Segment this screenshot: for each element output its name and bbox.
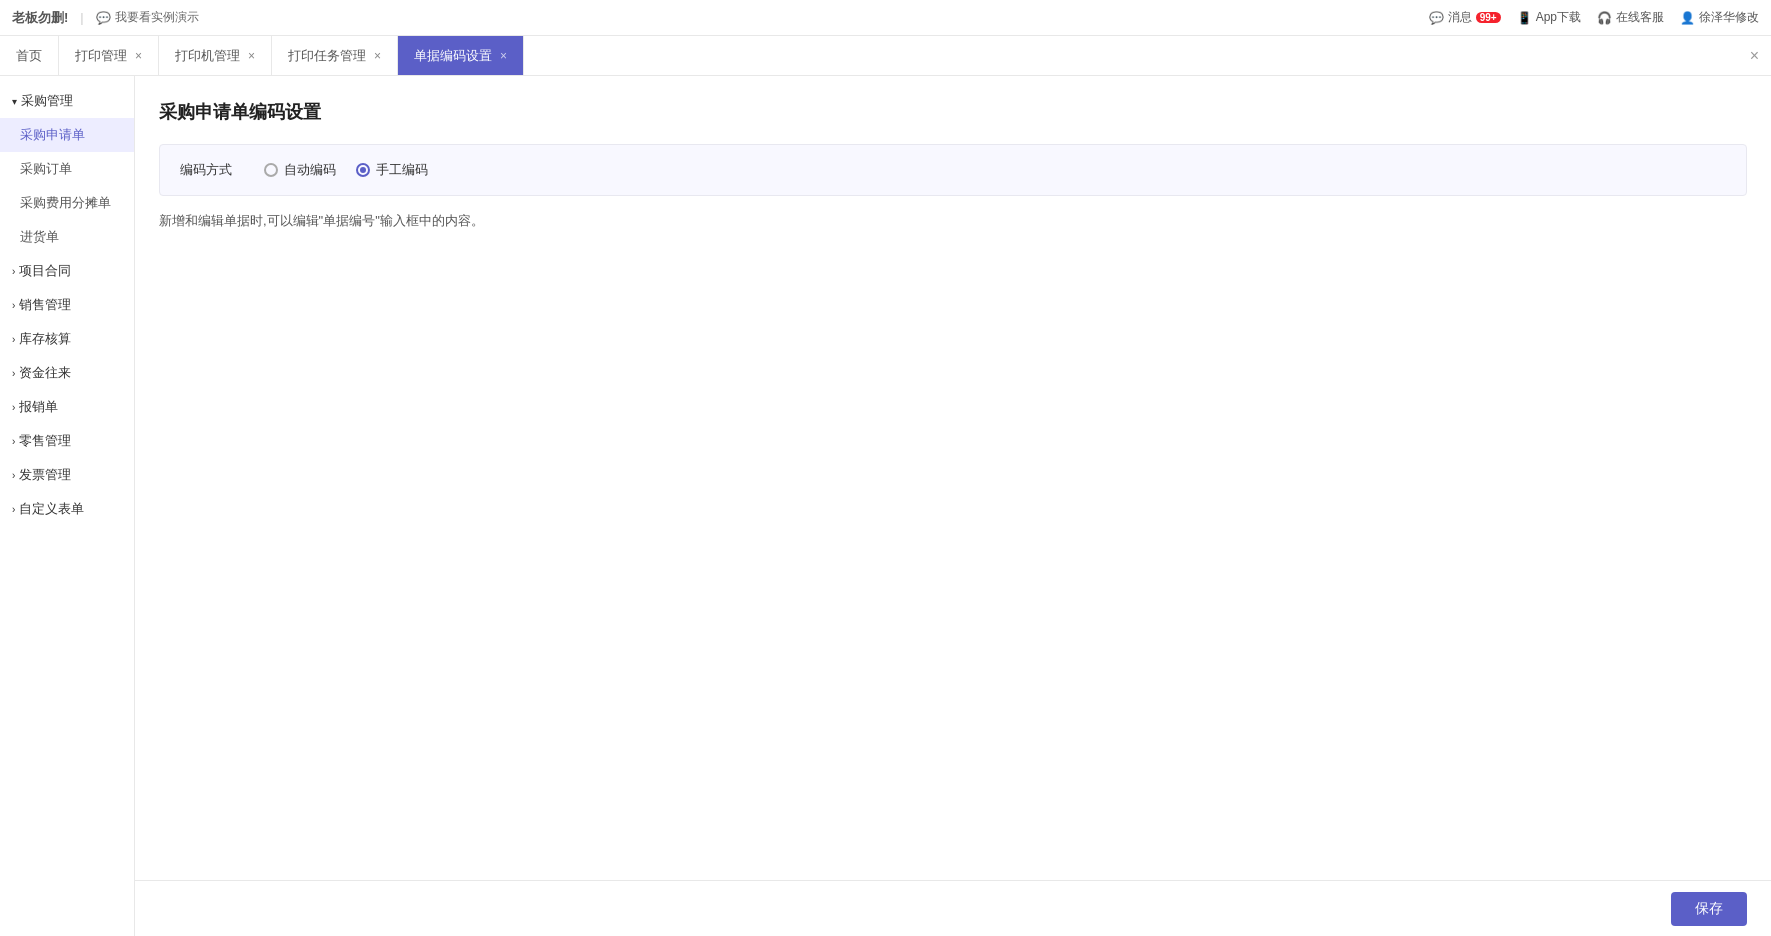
sidebar-group-return-goods[interactable]: › 报销单 xyxy=(0,390,134,424)
sidebar-item-purchase-request[interactable]: 采购申请单 xyxy=(0,118,134,152)
avatar-icon: 👤 xyxy=(1680,11,1695,25)
chevron-right-icon-5: › xyxy=(12,402,15,413)
sidebar-group-custom-label: 自定义表单 xyxy=(19,500,84,518)
service-label: 在线客服 xyxy=(1616,9,1664,26)
chevron-right-icon-3: › xyxy=(12,334,15,345)
content-inner: 采购申请单编码设置 编码方式 自动编码 手工编码 xyxy=(135,76,1771,880)
sidebar: ▾ 采购管理 采购申请单 采购订单 采购费用分摊单 进货单 › 项目合同 › 销… xyxy=(0,76,135,936)
hint-text: 新增和编辑单据时,可以编辑"单据编号"输入框中的内容。 xyxy=(159,212,1747,230)
tab-print-task-management-close[interactable]: × xyxy=(374,49,381,63)
radio-manual-coding[interactable]: 手工编码 xyxy=(356,161,428,179)
app-label: App下载 xyxy=(1536,9,1581,26)
sidebar-group-project-contract[interactable]: › 项目合同 xyxy=(0,254,134,288)
sidebar-item-purchase-order[interactable]: 采购订单 xyxy=(0,152,134,186)
top-bar-left: 老板勿删! | 💬 我要看实例演示 xyxy=(12,9,199,27)
app-download-button[interactable]: 📱 App下载 xyxy=(1517,9,1581,26)
sidebar-item-purchase-order-label: 采购订单 xyxy=(20,161,72,176)
sidebar-item-purchase-request-label: 采购申请单 xyxy=(20,127,85,142)
coding-row: 编码方式 自动编码 手工编码 xyxy=(180,161,1726,179)
user-profile-button[interactable]: 👤 徐泽华修改 xyxy=(1680,9,1759,26)
radio-auto-circle xyxy=(264,163,278,177)
sidebar-group-inventory-label: 库存核算 xyxy=(19,330,71,348)
sidebar-group-custom-form[interactable]: › 自定义表单 xyxy=(0,492,134,526)
tab-print-management-close[interactable]: × xyxy=(135,49,142,63)
tab-home-label: 首页 xyxy=(16,47,42,65)
tab-print-task-management-label: 打印任务管理 xyxy=(288,47,366,65)
sidebar-group-return-label: 报销单 xyxy=(19,398,58,416)
top-bar-right: 💬 消息 99+ 📱 App下载 🎧 在线客服 👤 徐泽华修改 xyxy=(1429,9,1759,26)
demo-text: 我要看实例演示 xyxy=(115,9,199,26)
radio-manual-circle xyxy=(356,163,370,177)
tab-printer-management-close[interactable]: × xyxy=(248,49,255,63)
app-icon: 📱 xyxy=(1517,11,1532,25)
radio-auto-label: 自动编码 xyxy=(284,161,336,179)
chevron-right-icon: › xyxy=(12,266,15,277)
chevron-right-icon-6: › xyxy=(12,436,15,447)
sidebar-group-retail-management[interactable]: › 零售管理 xyxy=(0,424,134,458)
tab-home[interactable]: 首页 xyxy=(0,36,59,75)
sidebar-group-capital-flow[interactable]: › 资金往来 xyxy=(0,356,134,390)
sidebar-item-purchase-fee-label: 采购费用分摊单 xyxy=(20,195,111,210)
content-area: 采购申请单编码设置 编码方式 自动编码 手工编码 xyxy=(135,76,1771,936)
radio-auto-coding[interactable]: 自动编码 xyxy=(264,161,336,179)
coding-section: 编码方式 自动编码 手工编码 xyxy=(159,144,1747,196)
tab-printer-management[interactable]: 打印机管理 × xyxy=(159,36,272,75)
tab-printer-management-label: 打印机管理 xyxy=(175,47,240,65)
sidebar-group-sales-label: 销售管理 xyxy=(19,296,71,314)
online-service-button[interactable]: 🎧 在线客服 xyxy=(1597,9,1664,26)
sidebar-group-purchase-label: 采购管理 xyxy=(21,92,73,110)
demo-icon: 💬 xyxy=(96,11,111,25)
sidebar-group-retail-label: 零售管理 xyxy=(19,432,71,450)
save-button[interactable]: 保存 xyxy=(1671,892,1747,926)
sidebar-group-invoice-management[interactable]: › 发票管理 xyxy=(0,458,134,492)
tab-bar: 首页 打印管理 × 打印机管理 × 打印任务管理 × 单据编码设置 × × xyxy=(0,36,1771,76)
sidebar-item-purchase-fee[interactable]: 采购费用分摊单 xyxy=(0,186,134,220)
sidebar-group-project-label: 项目合同 xyxy=(19,262,71,280)
sidebar-item-inbound-order-label: 进货单 xyxy=(20,229,59,244)
chevron-down-icon: ▾ xyxy=(12,96,17,107)
tab-print-management[interactable]: 打印管理 × xyxy=(59,36,159,75)
radio-group: 自动编码 手工编码 xyxy=(264,161,428,179)
footer-bar: 保存 xyxy=(135,880,1771,936)
tab-print-management-label: 打印管理 xyxy=(75,47,127,65)
message-icon: 💬 xyxy=(1429,11,1444,25)
chevron-right-icon-2: › xyxy=(12,300,15,311)
page-title: 采购申请单编码设置 xyxy=(159,100,1747,124)
tab-print-task-management[interactable]: 打印任务管理 × xyxy=(272,36,398,75)
sidebar-group-invoice-label: 发票管理 xyxy=(19,466,71,484)
service-icon: 🎧 xyxy=(1597,11,1612,25)
user-name: 徐泽华修改 xyxy=(1699,9,1759,26)
sidebar-item-inbound-order[interactable]: 进货单 xyxy=(0,220,134,254)
tab-bar-close-all[interactable]: × xyxy=(1738,36,1771,75)
tab-document-code-settings-label: 单据编码设置 xyxy=(414,47,492,65)
message-badge: 99+ xyxy=(1476,12,1501,23)
sidebar-group-purchase-management[interactable]: ▾ 采购管理 xyxy=(0,84,134,118)
chevron-right-icon-7: › xyxy=(12,470,15,481)
chevron-right-icon-4: › xyxy=(12,368,15,379)
message-label: 消息 xyxy=(1448,9,1472,26)
sidebar-group-sales-management[interactable]: › 销售管理 xyxy=(0,288,134,322)
tab-document-code-settings[interactable]: 单据编码设置 × xyxy=(398,36,524,75)
sidebar-group-inventory-count[interactable]: › 库存核算 xyxy=(0,322,134,356)
sidebar-group-capital-label: 资金往来 xyxy=(19,364,71,382)
main-layout: ▾ 采购管理 采购申请单 采购订单 采购费用分摊单 进货单 › 项目合同 › 销… xyxy=(0,76,1771,936)
top-bar: 老板勿删! | 💬 我要看实例演示 💬 消息 99+ 📱 App下载 🎧 在线客… xyxy=(0,0,1771,36)
demo-link[interactable]: 💬 我要看实例演示 xyxy=(96,9,199,26)
brand-text: 老板勿删! xyxy=(12,9,68,27)
message-button[interactable]: 💬 消息 99+ xyxy=(1429,9,1501,26)
coding-label: 编码方式 xyxy=(180,161,240,179)
chevron-right-icon-8: › xyxy=(12,504,15,515)
tab-document-code-settings-close[interactable]: × xyxy=(500,49,507,63)
radio-manual-label: 手工编码 xyxy=(376,161,428,179)
